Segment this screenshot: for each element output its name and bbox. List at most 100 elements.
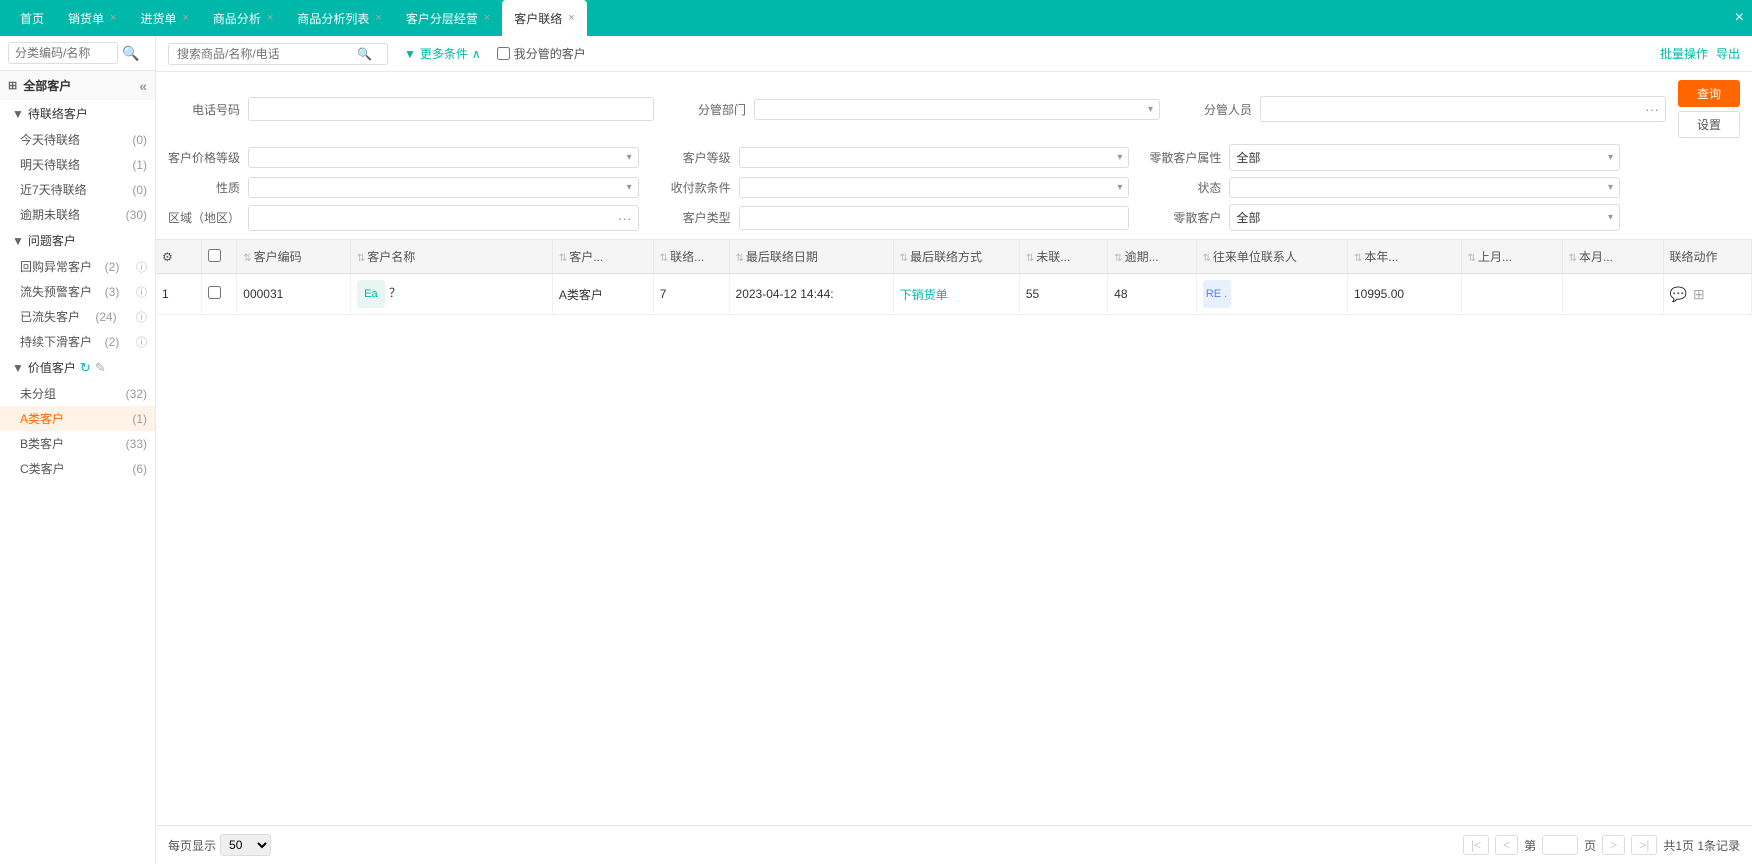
qrcode-icon[interactable]: ⊞ xyxy=(1693,286,1705,303)
filter-nature-label: 性质 xyxy=(168,179,248,196)
batch-operation-btn[interactable]: 批量操作 xyxy=(1660,45,1708,62)
nav-tab-analysis-list[interactable]: 商品分析列表 × xyxy=(285,0,393,36)
th-uncontacted[interactable]: ⇅未联... xyxy=(1019,240,1107,274)
close-analysis-icon[interactable]: × xyxy=(267,12,273,24)
th-contact-count[interactable]: ⇅联络... xyxy=(653,240,729,274)
close-all-btn[interactable]: × xyxy=(1735,9,1744,27)
filter-customer-type: 客户类型 xyxy=(659,206,1130,230)
th-this-month[interactable]: ⇅本月... xyxy=(1562,240,1663,274)
select-all-checkbox[interactable] xyxy=(208,249,221,262)
filter-action-btns: 查询 设置 xyxy=(1678,80,1740,138)
filter-dept-select[interactable]: ▾ xyxy=(754,99,1160,120)
th-last-contact-method[interactable]: ⇅最后联络方式 xyxy=(893,240,1019,274)
filter-person-label: 分管人员 xyxy=(1180,101,1260,118)
problem-group-label: 问题客户 xyxy=(28,232,76,249)
setting-btn[interactable]: 设置 xyxy=(1678,111,1740,138)
page-size-select[interactable]: 10 20 50 100 xyxy=(220,834,271,856)
sidebar-search-input[interactable] xyxy=(8,42,118,64)
main-search-icon[interactable]: 🔍 xyxy=(357,47,372,61)
class-a-label: A类客户 xyxy=(20,410,64,427)
th-contact-person[interactable]: ⇅往来单位联系人 xyxy=(1196,240,1347,274)
filter-status-select[interactable]: ▾ xyxy=(1229,177,1620,198)
next-page-btn[interactable]: > xyxy=(1602,835,1625,855)
sidebar-item-abnormal[interactable]: 回购异常客户 (2) ⓘ xyxy=(0,254,155,279)
filter-person-select[interactable]: ··· xyxy=(1260,96,1666,122)
filter-retail-customer-select[interactable]: 全部 ▾ xyxy=(1229,204,1620,231)
row-uncontacted: 55 xyxy=(1019,274,1107,315)
sidebar-search-icon[interactable]: 🔍 xyxy=(122,45,139,62)
th-last-contact-date[interactable]: ⇅最后联络日期 xyxy=(729,240,893,274)
my-customers-checkbox-label[interactable]: 我分管的客户 xyxy=(497,45,586,62)
th-settings[interactable]: ⚙ xyxy=(156,240,201,274)
filter-customer-type-input[interactable] xyxy=(739,206,1130,230)
table-row: 1 000031 Ea？ A类客户 7 2023-04-12 14:44: 下销… xyxy=(156,274,1752,315)
filter-retail-attr-value: 全部 xyxy=(1236,149,1260,166)
nav-tab-sales[interactable]: 销货单 × xyxy=(56,0,128,36)
th-contact-count-label: 联络... xyxy=(670,250,704,264)
filter-customer-level-select[interactable]: ▾ xyxy=(739,147,1130,168)
row-checkbox[interactable] xyxy=(208,286,221,299)
th-code[interactable]: ⇅客户编码 xyxy=(237,240,351,274)
filter-region-select[interactable]: ··· xyxy=(248,205,639,231)
nav-tab-analysis[interactable]: 商品分析 × xyxy=(201,0,285,36)
sidebar-item-unclassified[interactable]: 未分组 (32) xyxy=(0,381,155,406)
filter-row-4: 区域（地区） ··· 客户类型 零散客户 全部 ▾ xyxy=(168,204,1740,231)
sidebar-item-declining[interactable]: 持续下滑客户 (2) ⓘ xyxy=(0,329,155,354)
sidebar-item-class-a[interactable]: A类客户 (1) xyxy=(0,406,155,431)
filter-row-3: 性质 ▾ 收付款条件 ▾ 状态 xyxy=(168,177,1740,198)
contact-person-sort-icon: ⇅ xyxy=(1203,253,1211,264)
nav-tab-home[interactable]: 首页 xyxy=(8,0,56,36)
close-purchase-icon[interactable]: × xyxy=(182,12,188,24)
sidebar-group-value[interactable]: ▼ 价值客户 ↻ ✎ xyxy=(0,354,155,381)
main-search-input[interactable] xyxy=(177,47,357,61)
close-customer-segment-icon[interactable]: × xyxy=(484,12,490,24)
last-method-link[interactable]: 下销货单 xyxy=(900,288,948,302)
filter-payment-select[interactable]: ▾ xyxy=(739,177,1130,198)
sidebar-item-class-c[interactable]: C类客户 (6) xyxy=(0,456,155,481)
filter-retail-attr-select[interactable]: 全部 ▾ xyxy=(1229,144,1620,171)
sidebar-item-tomorrow-pending[interactable]: 明天待联络 (1) xyxy=(0,152,155,177)
th-overdue[interactable]: ⇅逾期... xyxy=(1108,240,1196,274)
th-customer-type[interactable]: ⇅客户... xyxy=(552,240,653,274)
first-page-btn[interactable]: |< xyxy=(1463,835,1489,855)
close-customer-contact-icon[interactable]: × xyxy=(568,12,574,24)
my-customers-checkbox[interactable] xyxy=(497,47,510,60)
nav-tab-purchase[interactable]: 进货单 × xyxy=(128,0,200,36)
nav-tab-customer-contact[interactable]: 客户联络 × xyxy=(502,0,586,36)
th-last-month[interactable]: ⇅上月... xyxy=(1461,240,1562,274)
sidebar-item-today-pending[interactable]: 今天待联络 (0) xyxy=(0,127,155,152)
query-btn[interactable]: 查询 xyxy=(1678,80,1740,107)
chat-icon[interactable]: 💬 xyxy=(1670,286,1687,303)
sidebar-item-class-b[interactable]: B类客户 (33) xyxy=(0,431,155,456)
nav-tab-customer-segment[interactable]: 客户分层经营 × xyxy=(394,0,502,36)
filter-status-label: 状态 xyxy=(1149,179,1229,196)
close-sales-icon[interactable]: × xyxy=(110,12,116,24)
sidebar-search-area: 🔍 xyxy=(0,36,155,71)
filter-phone-input[interactable] xyxy=(248,97,654,121)
row-checkbox-cell[interactable] xyxy=(201,274,236,315)
main-layout: 🔍 ⊞ 全部客户 « ▼ 待联络客户 今天待联络 (0) 明天待联络 (1) 近… xyxy=(0,36,1752,864)
th-this-year[interactable]: ⇅本年... xyxy=(1347,240,1461,274)
sidebar-group-pending[interactable]: ▼ 待联络客户 xyxy=(0,100,155,127)
th-checkbox[interactable] xyxy=(201,240,236,274)
value-edit-icon[interactable]: ✎ xyxy=(95,360,106,376)
sidebar-collapse-icon[interactable]: « xyxy=(139,78,147,94)
page-number-input[interactable]: 1 xyxy=(1542,835,1578,855)
sidebar-item-lost[interactable]: 已流失客户 (24) ⓘ xyxy=(0,304,155,329)
th-name[interactable]: ⇅客户名称 xyxy=(350,240,552,274)
more-filter-btn[interactable]: ▼ 更多条件 ∧ xyxy=(396,42,489,65)
sidebar-item-loss-warning[interactable]: 流失预警客户 (3) ⓘ xyxy=(0,279,155,304)
sidebar-all-customers-header[interactable]: ⊞ 全部客户 « xyxy=(0,71,155,100)
sidebar-item-7days-pending[interactable]: 近7天待联络 (0) xyxy=(0,177,155,202)
value-refresh-icon[interactable]: ↻ xyxy=(80,360,91,376)
filter-payment: 收付款条件 ▾ xyxy=(659,177,1130,198)
filter-nature-select[interactable]: ▾ xyxy=(248,177,639,198)
export-btn[interactable]: 导出 xyxy=(1716,45,1740,62)
prev-page-btn[interactable]: < xyxy=(1495,835,1518,855)
sidebar-item-overdue-pending[interactable]: 逾期未联络 (30) xyxy=(0,202,155,227)
close-analysis-list-icon[interactable]: × xyxy=(375,12,381,24)
sidebar-group-problem[interactable]: ▼ 问题客户 xyxy=(0,227,155,254)
filter-price-level-select[interactable]: ▾ xyxy=(248,147,639,168)
row-last-method[interactable]: 下销货单 xyxy=(893,274,1019,315)
last-page-btn[interactable]: >| xyxy=(1631,835,1657,855)
